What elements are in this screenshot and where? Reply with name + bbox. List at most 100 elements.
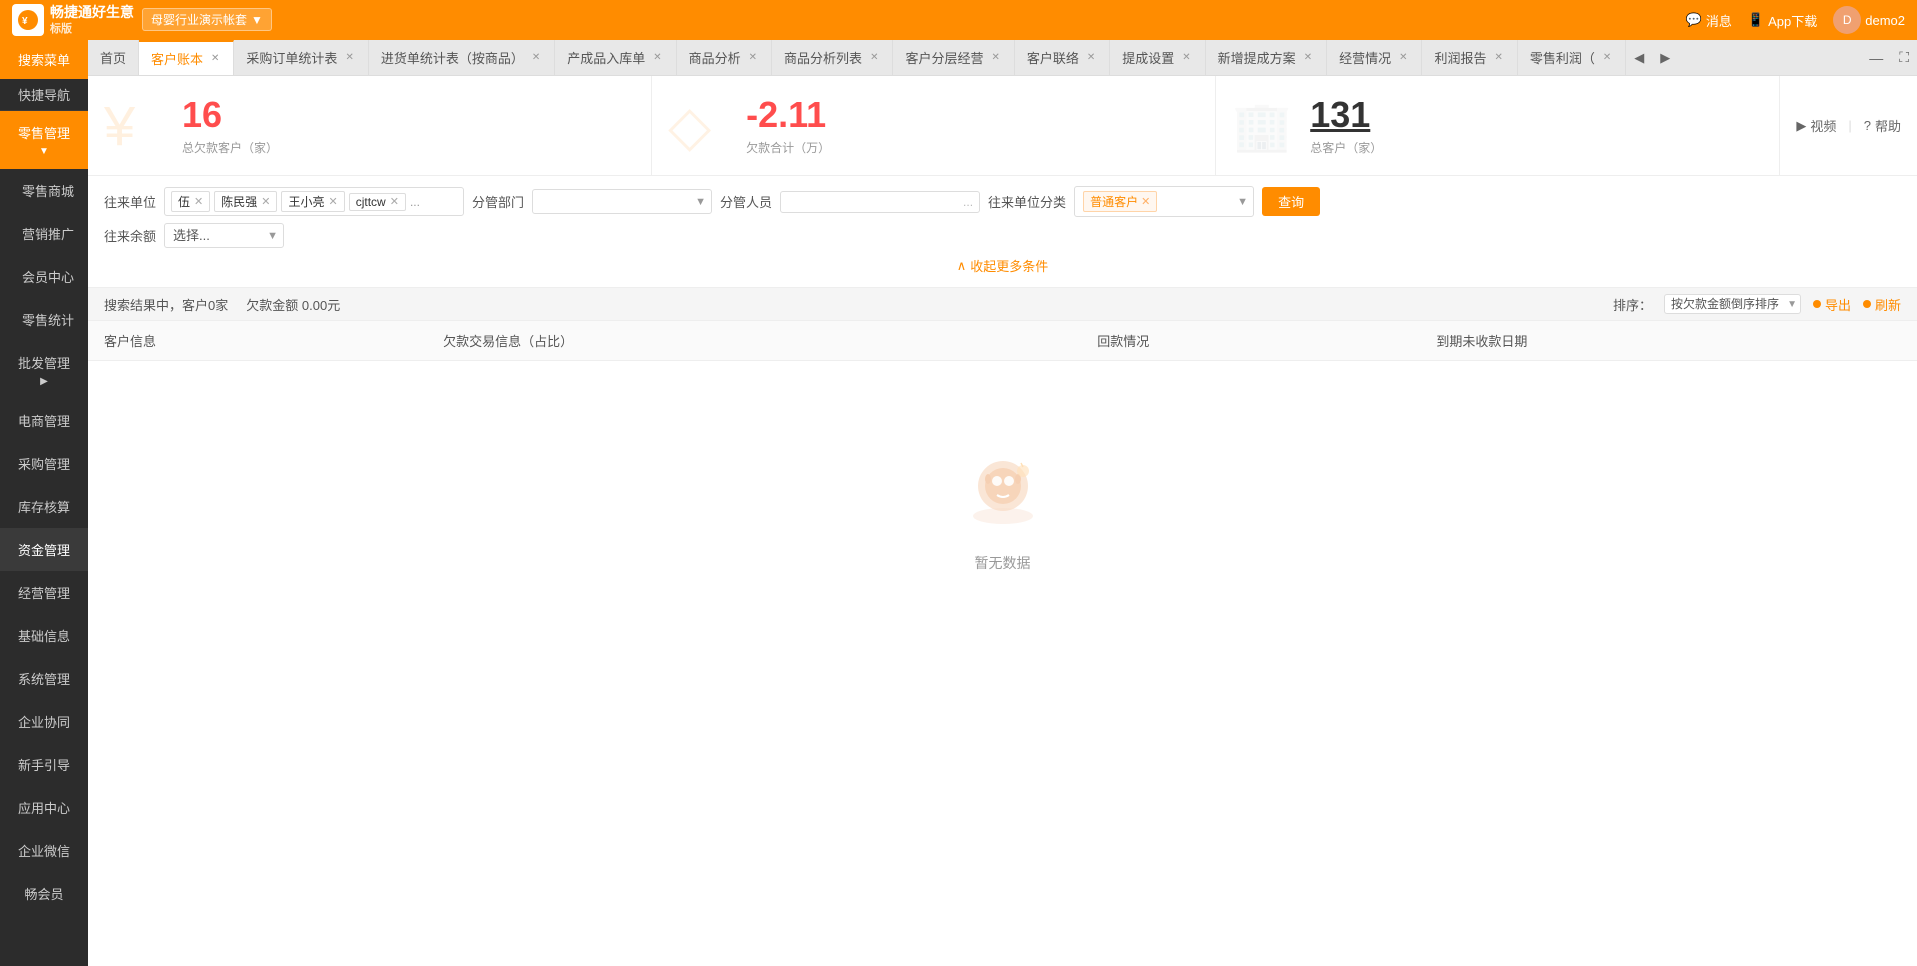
- balance-select[interactable]: 选择...: [164, 223, 284, 248]
- sidebar-item-member[interactable]: 畅会员: [0, 872, 88, 915]
- dept-select[interactable]: [532, 189, 712, 214]
- tab-overflow-btn2[interactable]: ▶: [1652, 50, 1678, 66]
- tab-close-goods-analysis-list[interactable]: ✕: [868, 50, 880, 65]
- tab-minimize-btn[interactable]: —: [1861, 40, 1891, 76]
- tab-goods-analysis[interactable]: 商品分析 ✕: [677, 40, 772, 76]
- tab-home[interactable]: 首页: [88, 40, 139, 76]
- tab-raise-settings[interactable]: 提成设置 ✕: [1110, 40, 1205, 76]
- sidebar-item-enterprise-wechat[interactable]: 企业微信: [0, 829, 88, 872]
- sidebar-item-ecommerce[interactable]: 电商管理: [0, 399, 88, 442]
- tab-close-goods-analysis[interactable]: ✕: [747, 50, 759, 65]
- tab-close-accounts[interactable]: ✕: [209, 51, 221, 66]
- tab-close-customer-segment[interactable]: ✕: [989, 50, 1001, 65]
- tab-profit-report[interactable]: 利润报告 ✕: [1422, 40, 1517, 76]
- tab-close-profit-report[interactable]: ✕: [1493, 50, 1505, 65]
- sidebar-item-basic-info[interactable]: 基础信息: [0, 614, 88, 657]
- logo-area: ¥ 畅捷通好生意 标版: [12, 4, 134, 37]
- sidebar-item-operations[interactable]: 经营管理: [0, 571, 88, 614]
- export-btn[interactable]: 导出: [1813, 295, 1851, 314]
- sidebar-item-app-center[interactable]: 应用中心: [0, 786, 88, 829]
- tab-close-purchase-order[interactable]: ✕: [343, 50, 355, 65]
- remove-tag-chen[interactable]: ✕: [261, 195, 270, 208]
- unit-tag-chen: 陈民强 ✕: [214, 191, 277, 212]
- empty-icon: [953, 441, 1053, 541]
- sidebar-item-label: 应用中心: [18, 798, 70, 817]
- tab-purchase-order[interactable]: 采购订单统计表 ✕: [234, 40, 368, 76]
- sidebar-item-label: 采购管理: [18, 454, 70, 473]
- tab-production[interactable]: 产成品入库单 ✕: [555, 40, 676, 76]
- tab-accounts[interactable]: 客户账本 ✕: [139, 40, 234, 76]
- remove-tag-cjttcw[interactable]: ✕: [390, 195, 399, 208]
- message-btn[interactable]: 💬 消息: [1686, 11, 1732, 30]
- col-repayment: 回款情况: [1081, 321, 1420, 361]
- sidebar-item-label: 经营管理: [18, 583, 70, 602]
- content-area: 首页 客户账本 ✕ 采购订单统计表 ✕ 进货单统计表（按商品） ✕ 产成品入库单…: [88, 40, 1917, 966]
- sidebar-item-label: 系统管理: [18, 669, 70, 688]
- refresh-btn[interactable]: 刷新: [1863, 295, 1901, 314]
- video-link[interactable]: ▶ 视频: [1796, 116, 1836, 135]
- col-customer-info: 客户信息: [88, 321, 427, 361]
- phone-icon: 📱: [1748, 12, 1764, 28]
- dept-select-wrap: ▼: [532, 189, 712, 214]
- sidebar-item-retail-stats[interactable]: 零售统计: [0, 298, 88, 341]
- remove-tag-wu[interactable]: ✕: [194, 195, 203, 208]
- tab-close-production[interactable]: ✕: [651, 50, 663, 65]
- tab-close-operation[interactable]: ✕: [1397, 50, 1409, 65]
- top-bar-right: 💬 消息 📱 App下载 D demo2: [1686, 6, 1905, 34]
- sidebar-search[interactable]: 搜索菜单: [0, 40, 88, 79]
- tab-customer-contact[interactable]: 客户联络 ✕: [1015, 40, 1110, 76]
- tab-new-raise[interactable]: 新增提成方案 ✕: [1206, 40, 1327, 76]
- tab-stock-stat[interactable]: 进货单统计表（按商品） ✕: [369, 40, 555, 76]
- remove-tag-wang[interactable]: ✕: [329, 195, 338, 208]
- help-link[interactable]: ? 帮助: [1864, 116, 1901, 135]
- sidebar-item-label: 批发管理: [18, 353, 70, 372]
- tab-operation[interactable]: 经营情况 ✕: [1327, 40, 1422, 76]
- person-label: 分管人员: [720, 192, 772, 211]
- top-bar-left: ¥ 畅捷通好生意 标版 母婴行业演示帐套 ▼: [12, 4, 272, 37]
- sidebar-item-purchase[interactable]: 采购管理: [0, 442, 88, 485]
- help-icon: ?: [1864, 118, 1871, 133]
- tab-close-stock-stat[interactable]: ✕: [530, 50, 542, 65]
- tab-expand-btn[interactable]: ⛶: [1891, 40, 1917, 76]
- logo-icon: ¥: [12, 4, 44, 36]
- col-overdue-date: 到期未收款日期: [1420, 321, 1917, 361]
- person-more: ...: [963, 195, 973, 209]
- sidebar-item-finance[interactable]: 资金管理: [0, 528, 88, 571]
- tab-retail-profit[interactable]: 零售利润（ ✕: [1518, 40, 1626, 76]
- collapse-btn[interactable]: ∧ 收起更多条件: [957, 254, 1049, 277]
- sidebar-item-label: 零售商城: [22, 181, 74, 200]
- person-input[interactable]: ...: [780, 191, 980, 213]
- remove-category-tag[interactable]: ✕: [1141, 195, 1150, 208]
- sidebar-item-label: 企业微信: [18, 841, 70, 860]
- sidebar-item-inventory[interactable]: 库存核算: [0, 485, 88, 528]
- sidebar-item-retail[interactable]: 零售管理 ▼: [0, 111, 88, 169]
- sidebar-item-retail-mall[interactable]: 零售商城: [0, 169, 88, 212]
- sidebar-item-member-center[interactable]: 会员中心: [0, 255, 88, 298]
- user-avatar-btn[interactable]: D demo2: [1833, 6, 1905, 34]
- sidebar-quick-nav[interactable]: 快捷导航: [0, 79, 88, 111]
- unit-tags-more[interactable]: ...: [410, 195, 420, 209]
- tab-goods-analysis-list[interactable]: 商品分析列表 ✕: [772, 40, 893, 76]
- query-button[interactable]: 查询: [1262, 187, 1320, 216]
- stat-debt-total: ◇ -2.11 欠款合计（万）: [652, 76, 1216, 175]
- svg-text:¥: ¥: [22, 16, 28, 27]
- tab-close-retail-profit[interactable]: ✕: [1601, 50, 1613, 65]
- tab-overflow-btn[interactable]: ◀: [1626, 50, 1652, 66]
- sidebar-item-wholesale[interactable]: 批发管理 ▶: [0, 341, 88, 399]
- tab-close-raise-settings[interactable]: ✕: [1180, 50, 1192, 65]
- app-download-btn[interactable]: 📱 App下载: [1748, 11, 1817, 30]
- filter-area: 往来单位 伍 ✕ 陈民强 ✕ 王小亮: [88, 176, 1917, 288]
- tab-close-customer-contact[interactable]: ✕: [1085, 50, 1097, 65]
- sidebar-item-enterprise[interactable]: 企业协同: [0, 700, 88, 743]
- sidebar-item-marketing[interactable]: 营销推广: [0, 212, 88, 255]
- account-dropdown[interactable]: 母婴行业演示帐套 ▼: [142, 8, 272, 31]
- sidebar-item-label: 库存核算: [18, 497, 70, 516]
- sort-select[interactable]: 按欠款金额倒序排序: [1664, 294, 1801, 314]
- sort-select-wrap: 按欠款金额倒序排序 ▼: [1664, 294, 1801, 314]
- sidebar-item-system[interactable]: 系统管理: [0, 657, 88, 700]
- unit-tags-group[interactable]: 伍 ✕ 陈民强 ✕ 王小亮 ✕: [164, 187, 464, 216]
- sidebar-item-newbie[interactable]: 新手引导: [0, 743, 88, 786]
- tab-customer-segment[interactable]: 客户分层经营 ✕: [893, 40, 1014, 76]
- sidebar-item-label: 新手引导: [18, 755, 70, 774]
- tab-close-new-raise[interactable]: ✕: [1302, 50, 1314, 65]
